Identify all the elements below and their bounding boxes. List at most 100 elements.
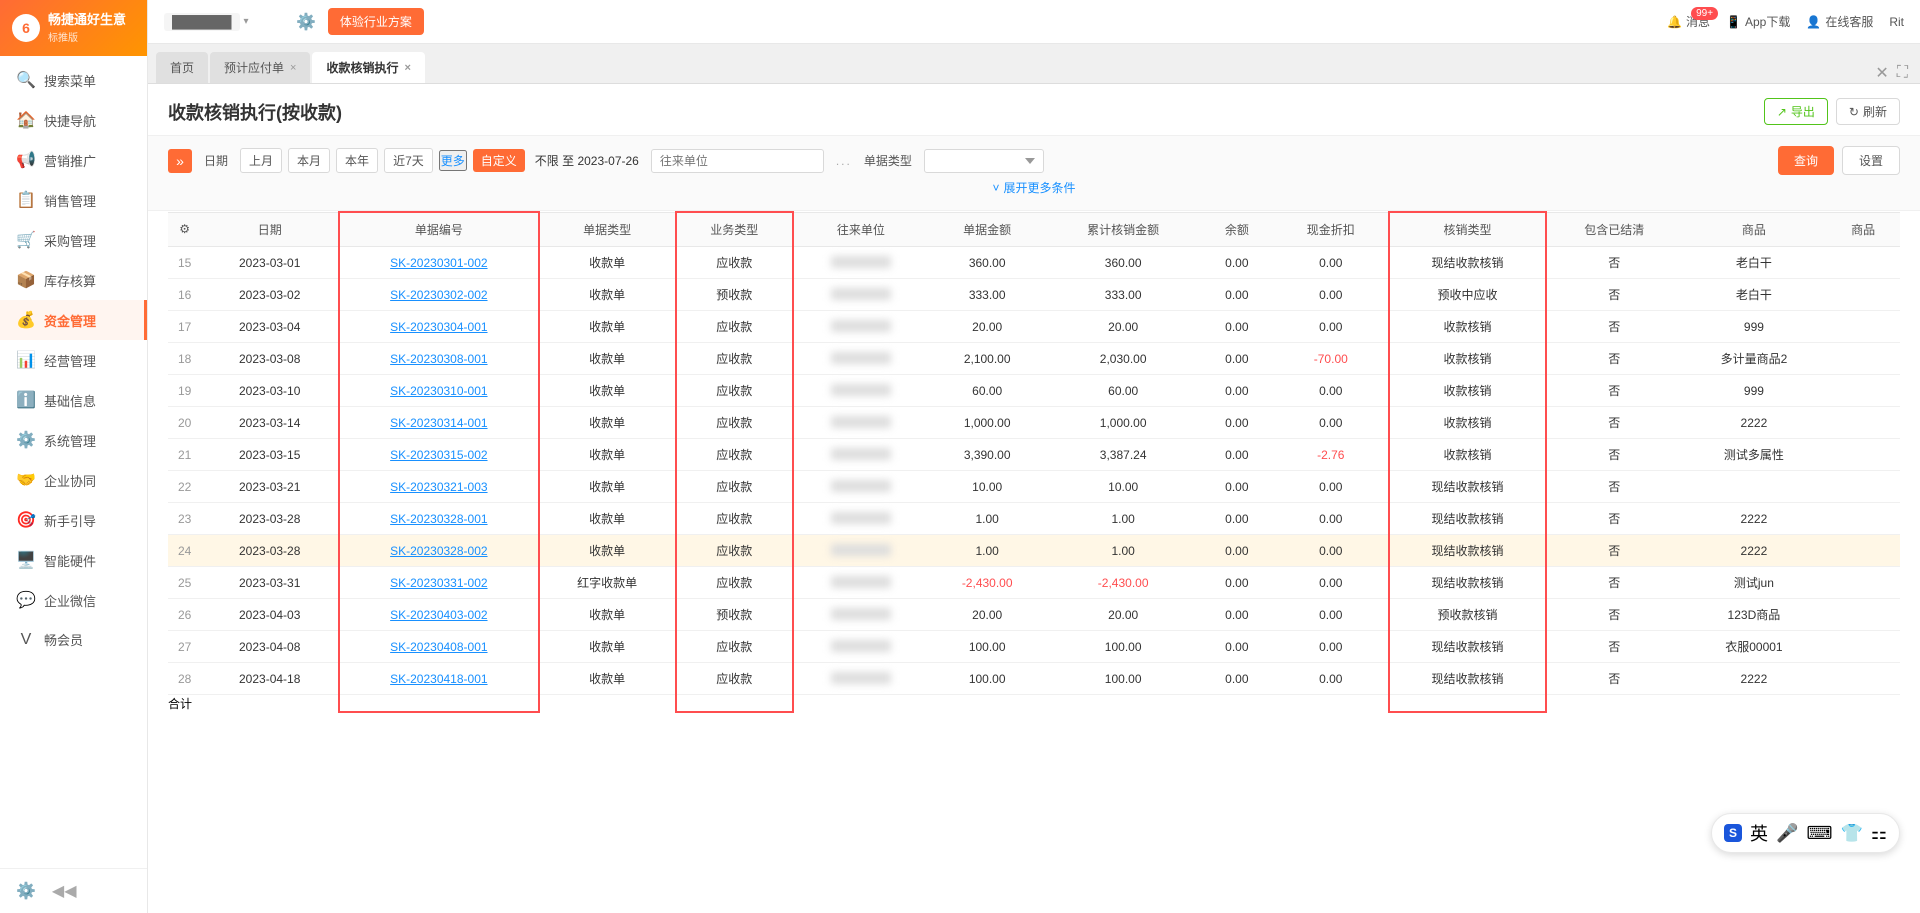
date-7days-btn[interactable]: 近7天 [384, 148, 433, 173]
filter-expand-button[interactable]: » [168, 149, 192, 173]
tab-collection[interactable]: 收款核销执行 × [312, 52, 424, 83]
bottom-settings-icon[interactable]: ⚙️ [16, 881, 36, 901]
expand-more-button[interactable]: ˅ 展开更多条件 [992, 179, 1075, 196]
sidebar-item-purchase[interactable]: 🛒采购管理 [0, 220, 147, 260]
filter-settings-button[interactable]: 设置 [1842, 146, 1900, 175]
row-product2 [1826, 439, 1900, 471]
tab-prepay-close-icon[interactable]: × [290, 62, 296, 74]
tab-close-all-icon[interactable]: ✕ [1875, 63, 1888, 83]
date-custom-btn[interactable]: 自定义 [473, 149, 525, 172]
col-balance-header: 余额 [1200, 212, 1274, 247]
doc-no-link[interactable]: SK-20230315-002 [390, 448, 487, 462]
keyboard-icon[interactable]: ⌨ [1806, 823, 1832, 844]
doc-no-link[interactable]: SK-20230321-003 [390, 480, 487, 494]
row-biztype: 应收款 [676, 343, 793, 375]
query-button[interactable]: 查询 [1778, 146, 1834, 175]
filter-dots: ... [836, 154, 852, 168]
row-verifytype: 预收中应收 [1389, 279, 1546, 311]
input-english-icon[interactable]: 英 [1750, 820, 1768, 846]
doc-no-link[interactable]: SK-20230314-001 [390, 416, 487, 430]
export-button[interactable]: ↗ 导出 [1764, 98, 1828, 125]
row-date: 2023-03-31 [201, 567, 339, 599]
tab-prepay[interactable]: 预计应付单 × [210, 52, 310, 83]
doc-no-link[interactable]: SK-20230328-002 [390, 544, 487, 558]
row-doctype: 收款单 [539, 247, 676, 279]
customer-service-button[interactable]: 👤 在线客服 [1806, 13, 1873, 30]
row-included: 否 [1546, 343, 1681, 375]
row-verify-amount: 10.00 [1046, 471, 1200, 503]
tab-home[interactable]: 首页 [156, 52, 208, 83]
partner-blurred [831, 480, 891, 492]
sidebar-item-system[interactable]: ⚙️系统管理 [0, 420, 147, 460]
doc-no-link[interactable]: SK-20230403-002 [390, 608, 487, 622]
partner-blurred [831, 288, 891, 300]
row-num: 27 [168, 631, 201, 663]
row-included: 否 [1546, 279, 1681, 311]
tab-collection-label: 收款核销执行 [326, 59, 398, 76]
partner-input[interactable] [651, 149, 824, 173]
sidebar-item-hardware[interactable]: 🖥️智能硬件 [0, 540, 147, 580]
footer-balance [1200, 695, 1274, 713]
refresh-button[interactable]: ↻ 刷新 [1836, 98, 1900, 125]
sidebar-item-label: 快捷导航 [44, 111, 96, 130]
row-included: 否 [1546, 631, 1681, 663]
row-verify-amount: 360.00 [1046, 247, 1200, 279]
row-product1: 2222 [1681, 407, 1826, 439]
doc-no-link[interactable]: SK-20230302-002 [390, 288, 487, 302]
row-docno: SK-20230331-002 [339, 567, 539, 599]
wechat-icon: 💬 [16, 590, 36, 610]
doc-type-select[interactable] [924, 149, 1044, 173]
row-date: 2023-03-21 [201, 471, 339, 503]
solution-button[interactable]: 体验行业方案 [328, 8, 424, 35]
row-discount: 0.00 [1274, 503, 1389, 535]
row-partner [793, 535, 928, 567]
microphone-icon[interactable]: 🎤 [1776, 823, 1798, 844]
row-included: 否 [1546, 311, 1681, 343]
sidebar-item-finance[interactable]: 💰资金管理 [0, 300, 147, 340]
date-this-month-btn[interactable]: 本月 [288, 148, 330, 173]
doc-no-link[interactable]: SK-20230304-001 [390, 320, 487, 334]
workspace-selector[interactable]: ███████ ▾ [164, 13, 284, 31]
tab-collection-close-icon[interactable]: × [404, 62, 410, 74]
doc-no-link[interactable]: SK-20230328-001 [390, 512, 487, 526]
sales-icon: 📋 [16, 190, 36, 210]
sidebar-item-wechat[interactable]: 💬企业微信 [0, 580, 147, 620]
table-row: 19 2023-03-10 SK-20230310-001 收款单 应收款 60… [168, 375, 1900, 407]
partner-blurred [831, 576, 891, 588]
tab-prepay-label: 预计应付单 [224, 59, 284, 76]
sidebar-item-inventory[interactable]: 📦库存核算 [0, 260, 147, 300]
theme-icon[interactable]: 👕 [1840, 823, 1862, 844]
doc-no-link[interactable]: SK-20230418-001 [390, 672, 487, 686]
doc-no-link[interactable]: SK-20230301-002 [390, 256, 487, 270]
row-docno: SK-20230314-001 [339, 407, 539, 439]
sidebar-item-collab[interactable]: 🤝企业协同 [0, 460, 147, 500]
sidebar-item-marketing[interactable]: 📢营销推广 [0, 140, 147, 180]
row-amount: 1.00 [928, 535, 1046, 567]
bottom-collapse-icon[interactable]: ◀◀ [52, 881, 77, 901]
sidebar-item-member[interactable]: V畅会员 [0, 620, 147, 659]
footer-doctype [539, 695, 676, 713]
date-last-month-btn[interactable]: 上月 [240, 148, 282, 173]
settings-icon[interactable]: ⚙️ [296, 12, 316, 32]
sidebar-item-basic[interactable]: ℹ️基础信息 [0, 380, 147, 420]
sidebar-item-guide[interactable]: 🎯新手引导 [0, 500, 147, 540]
date-this-year-btn[interactable]: 本年 [336, 148, 378, 173]
partner-blurred [831, 512, 891, 524]
more-icon[interactable]: ⚏ [1871, 823, 1887, 844]
message-button[interactable]: 🔔 消息 99+ [1667, 13, 1710, 30]
doc-no-link[interactable]: SK-20230308-001 [390, 352, 487, 366]
date-more-btn[interactable]: 更多 [439, 150, 467, 171]
sidebar-item-ops[interactable]: 📊经营管理 [0, 340, 147, 380]
doc-no-link[interactable]: SK-20230408-001 [390, 640, 487, 654]
col-amount-header: 单据金额 [928, 212, 1046, 247]
row-biztype: 应收款 [676, 247, 793, 279]
doc-no-link[interactable]: SK-20230331-002 [390, 576, 487, 590]
row-discount: 0.00 [1274, 279, 1389, 311]
row-verifytype: 收款核销 [1389, 375, 1546, 407]
sidebar-item-sales[interactable]: 📋销售管理 [0, 180, 147, 220]
sidebar-item-search[interactable]: 🔍搜索菜单 [0, 60, 147, 100]
doc-no-link[interactable]: SK-20230310-001 [390, 384, 487, 398]
tab-expand-icon[interactable]: ⛶ [1897, 64, 1908, 82]
app-download-button[interactable]: 📱 App下载 [1726, 13, 1790, 30]
sidebar-item-quicknav[interactable]: 🏠快捷导航 [0, 100, 147, 140]
